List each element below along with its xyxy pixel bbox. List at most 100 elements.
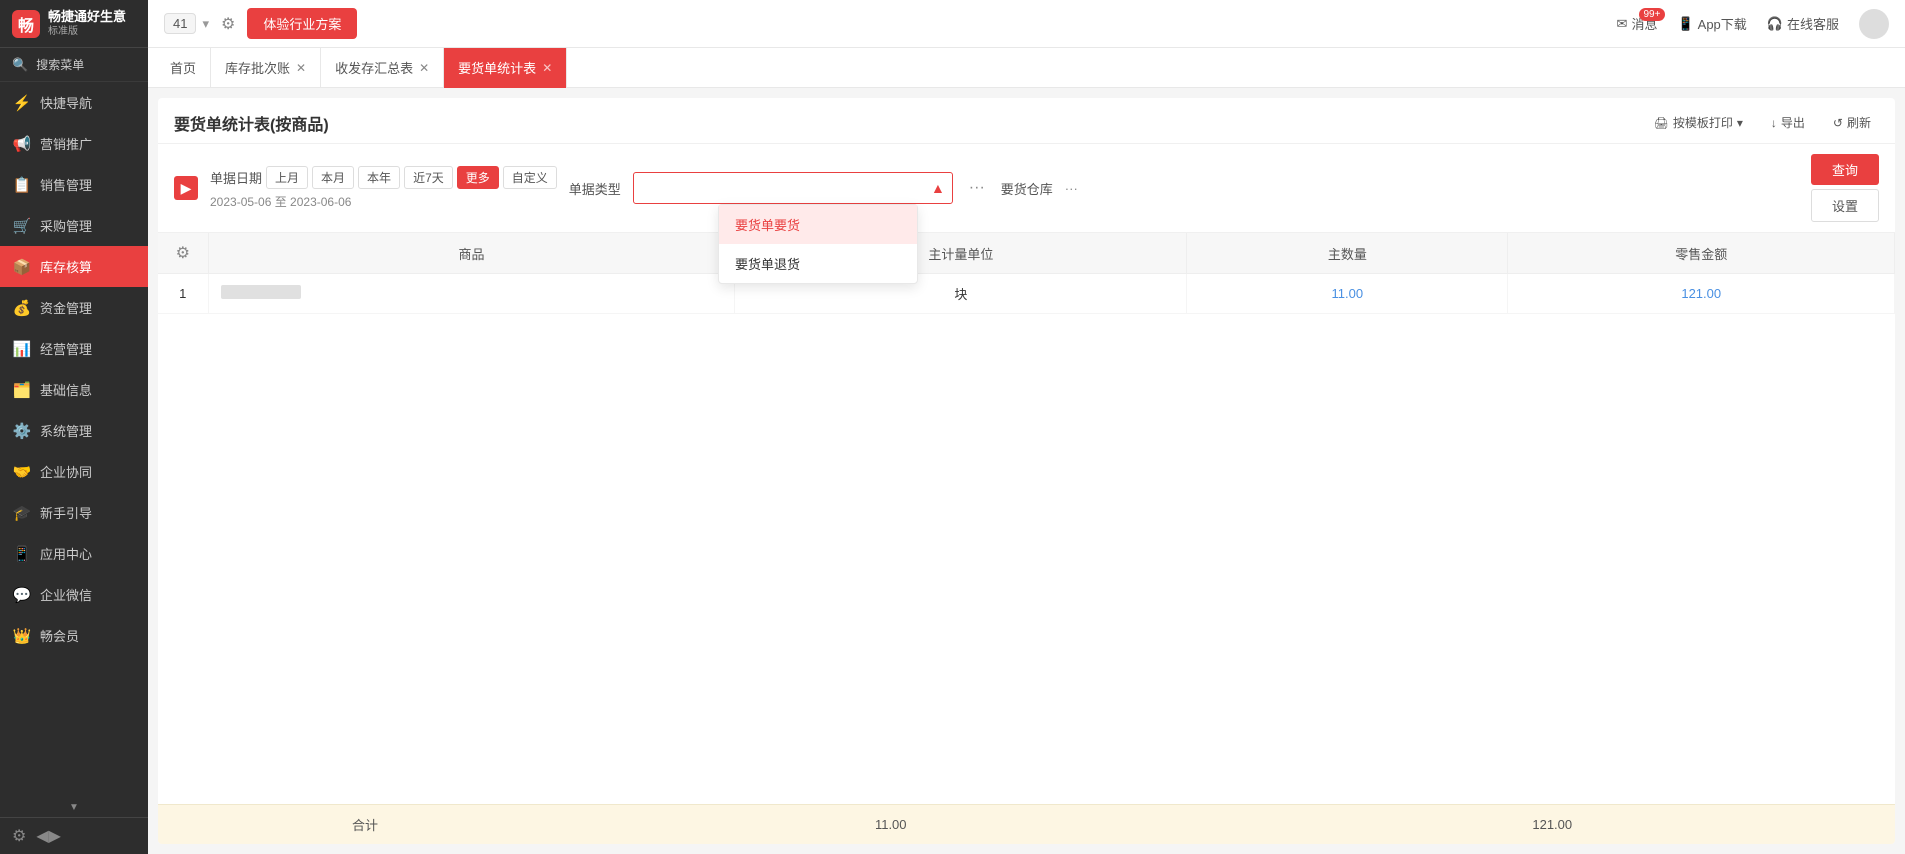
- logo-sub-text: 标准版: [48, 25, 126, 38]
- marketing-label: 营销推广: [40, 134, 92, 153]
- print-btn[interactable]: 🖨 按模板打印 ▾: [1646, 110, 1751, 135]
- type-select-wrapper: 要货单要货 要货单退货 ▲: [633, 172, 953, 204]
- type-dropdown: 要货单要货要货单退货: [718, 204, 918, 284]
- dropdown-option-要货单退货[interactable]: 要货单退货: [719, 244, 917, 283]
- type-select-dots[interactable]: ···: [965, 179, 989, 197]
- app-download-label: App下载: [1698, 14, 1747, 33]
- message-item[interactable]: ✉ 消息 99+: [1617, 14, 1658, 33]
- tabs-bar: 首页库存批次账✕收发存汇总表✕要货单统计表✕: [148, 48, 1905, 88]
- print-arrow-icon: ▾: [1737, 116, 1743, 130]
- tab-order-summary[interactable]: 要货单统计表✕: [444, 48, 567, 88]
- date-btn-more[interactable]: 更多: [457, 166, 499, 189]
- app-download-item[interactable]: 📱 App下载: [1677, 14, 1746, 33]
- dropdown-option-要货单要货[interactable]: 要货单要货: [719, 205, 917, 244]
- sidebar-logo: 畅 畅捷通好生意 标准版: [0, 0, 148, 48]
- quick-nav-icon: ⚡: [12, 94, 32, 112]
- system-icon: ⚙️: [12, 422, 32, 440]
- data-table: ⚙ 商品 主计量单位 主数量 零售金额 1 块 11.00 121.00: [158, 233, 1895, 314]
- sidebar-item-quick-nav[interactable]: ⚡ 快捷导航: [0, 82, 148, 123]
- warehouse-dots[interactable]: ···: [1065, 181, 1078, 196]
- workspace-arrow[interactable]: ▾: [202, 16, 209, 32]
- col-product: 商品: [208, 233, 735, 274]
- workspace-number: 41: [164, 13, 196, 34]
- tab-close-order-summary[interactable]: ✕: [542, 61, 552, 75]
- purchase-icon: 🛒: [12, 217, 32, 235]
- col-amount: 零售金额: [1508, 233, 1895, 274]
- quick-nav-label: 快捷导航: [40, 93, 92, 112]
- sidebar-item-purchase[interactable]: 🛒 采购管理: [0, 205, 148, 246]
- sidebar-item-guide[interactable]: 🎓 新手引导: [0, 492, 148, 533]
- row-product: [208, 274, 735, 314]
- sidebar-item-app-center[interactable]: 📱 应用中心: [0, 533, 148, 574]
- collapse-icon[interactable]: ◀▶: [36, 826, 61, 846]
- print-icon: 🖨: [1654, 116, 1669, 130]
- export-btn[interactable]: ↓ 导出: [1763, 110, 1813, 135]
- member-icon: 👑: [12, 627, 32, 645]
- filter-date-btns: 单据日期 上月 本月 本年 近7天 更多 自定义: [210, 166, 557, 189]
- app-center-label: 应用中心: [40, 544, 92, 563]
- date-btn-this-year[interactable]: 本年: [358, 166, 400, 189]
- message-badge: 99+: [1639, 8, 1666, 21]
- basic-info-icon: 🗂️: [12, 381, 32, 399]
- filter-settings-btn[interactable]: 设置: [1811, 189, 1879, 222]
- finance-label: 资金管理: [40, 298, 92, 317]
- operations-label: 经营管理: [40, 339, 92, 358]
- type-select[interactable]: 要货单要货 要货单退货: [633, 172, 953, 204]
- date-btn-last-month[interactable]: 上月: [266, 166, 308, 189]
- sidebar-item-wechat[interactable]: 💬 企业微信: [0, 574, 148, 615]
- app-center-icon: 📱: [12, 545, 32, 563]
- online-service-item[interactable]: 🎧 在线客服: [1767, 14, 1839, 33]
- sidebar-item-sales[interactable]: 📋 销售管理: [0, 164, 148, 205]
- logo-icon: 畅: [12, 10, 40, 38]
- sidebar-scroll-arrow[interactable]: ▼: [0, 798, 148, 817]
- logo-text: 畅捷通好生意 标准版: [48, 9, 126, 39]
- sidebar-item-finance[interactable]: 💰 资金管理: [0, 287, 148, 328]
- topbar-settings-icon[interactable]: ⚙: [221, 14, 235, 34]
- tab-label-home: 首页: [170, 58, 196, 77]
- tab-home[interactable]: 首页: [156, 48, 211, 88]
- main-content: 41 ▾ ⚙ 体验行业方案 ✉ 消息 99+ 📱 App下载 🎧 在线客服: [148, 0, 1905, 854]
- gear-btn[interactable]: ⚙: [176, 243, 190, 263]
- sidebar-item-member[interactable]: 👑 畅会员: [0, 615, 148, 656]
- refresh-btn[interactable]: ↺ 刷新: [1825, 110, 1879, 135]
- query-btn[interactable]: 查询: [1811, 154, 1879, 185]
- footer-label: 合计: [170, 815, 560, 834]
- date-btn-this-month[interactable]: 本月: [312, 166, 354, 189]
- refresh-btn-label: 刷新: [1847, 114, 1871, 131]
- sidebar-item-inventory[interactable]: 📦 库存核算: [0, 246, 148, 287]
- sidebar-item-basic-info[interactable]: 🗂️ 基础信息: [0, 369, 148, 410]
- export-icon: ↓: [1771, 116, 1777, 130]
- member-label: 畅会员: [40, 626, 79, 645]
- sidebar-search[interactable]: 🔍 搜索菜单: [0, 48, 148, 82]
- sidebar-search-label: 搜索菜单: [36, 56, 84, 73]
- topbar: 41 ▾ ⚙ 体验行业方案 ✉ 消息 99+ 📱 App下载 🎧 在线客服: [148, 0, 1905, 48]
- basic-info-label: 基础信息: [40, 380, 92, 399]
- sidebar-item-marketing[interactable]: 📢 营销推广: [0, 123, 148, 164]
- tab-inventory-batch[interactable]: 库存批次账✕: [211, 48, 321, 88]
- trial-btn[interactable]: 体验行业方案: [247, 8, 357, 39]
- sidebar-nav: ⚡ 快捷导航 📢 营销推广 📋 销售管理 🛒 采购管理 📦 库存核算 💰 资金管…: [0, 82, 148, 798]
- avatar-item[interactable]: [1859, 9, 1889, 39]
- filter-expand-btn[interactable]: ▶: [174, 176, 198, 200]
- sales-icon: 📋: [12, 176, 32, 194]
- sidebar-item-system[interactable]: ⚙️ 系统管理: [0, 410, 148, 451]
- tab-receive-summary[interactable]: 收发存汇总表✕: [321, 48, 444, 88]
- date-btn-custom[interactable]: 自定义: [503, 166, 557, 189]
- table-container: ⚙ 商品 主计量单位 主数量 零售金额 1 块 11.00 121.00: [158, 233, 1895, 804]
- page-title: 要货单统计表(按商品): [174, 111, 329, 135]
- enterprise-label: 企业协同: [40, 462, 92, 481]
- user-avatar: [1859, 9, 1889, 39]
- topbar-right: ✉ 消息 99+ 📱 App下载 🎧 在线客服: [1617, 9, 1889, 39]
- sidebar-item-enterprise[interactable]: 🤝 企业协同: [0, 451, 148, 492]
- tab-close-receive-summary[interactable]: ✕: [419, 61, 429, 75]
- tab-close-inventory-batch[interactable]: ✕: [296, 61, 306, 75]
- settings-bottom-icon[interactable]: ⚙: [12, 826, 26, 846]
- search-icon: 🔍: [12, 57, 28, 73]
- topbar-workspace: 41 ▾: [164, 13, 209, 34]
- logo-main-text: 畅捷通好生意: [48, 9, 126, 26]
- date-btn-7days[interactable]: 近7天: [404, 166, 453, 189]
- sidebar-item-operations[interactable]: 📊 经营管理: [0, 328, 148, 369]
- inventory-label: 库存核算: [40, 257, 92, 276]
- page-header: 要货单统计表(按商品) 🖨 按模板打印 ▾ ↓ 导出 ↺ 刷新: [158, 98, 1895, 144]
- guide-icon: 🎓: [12, 504, 32, 522]
